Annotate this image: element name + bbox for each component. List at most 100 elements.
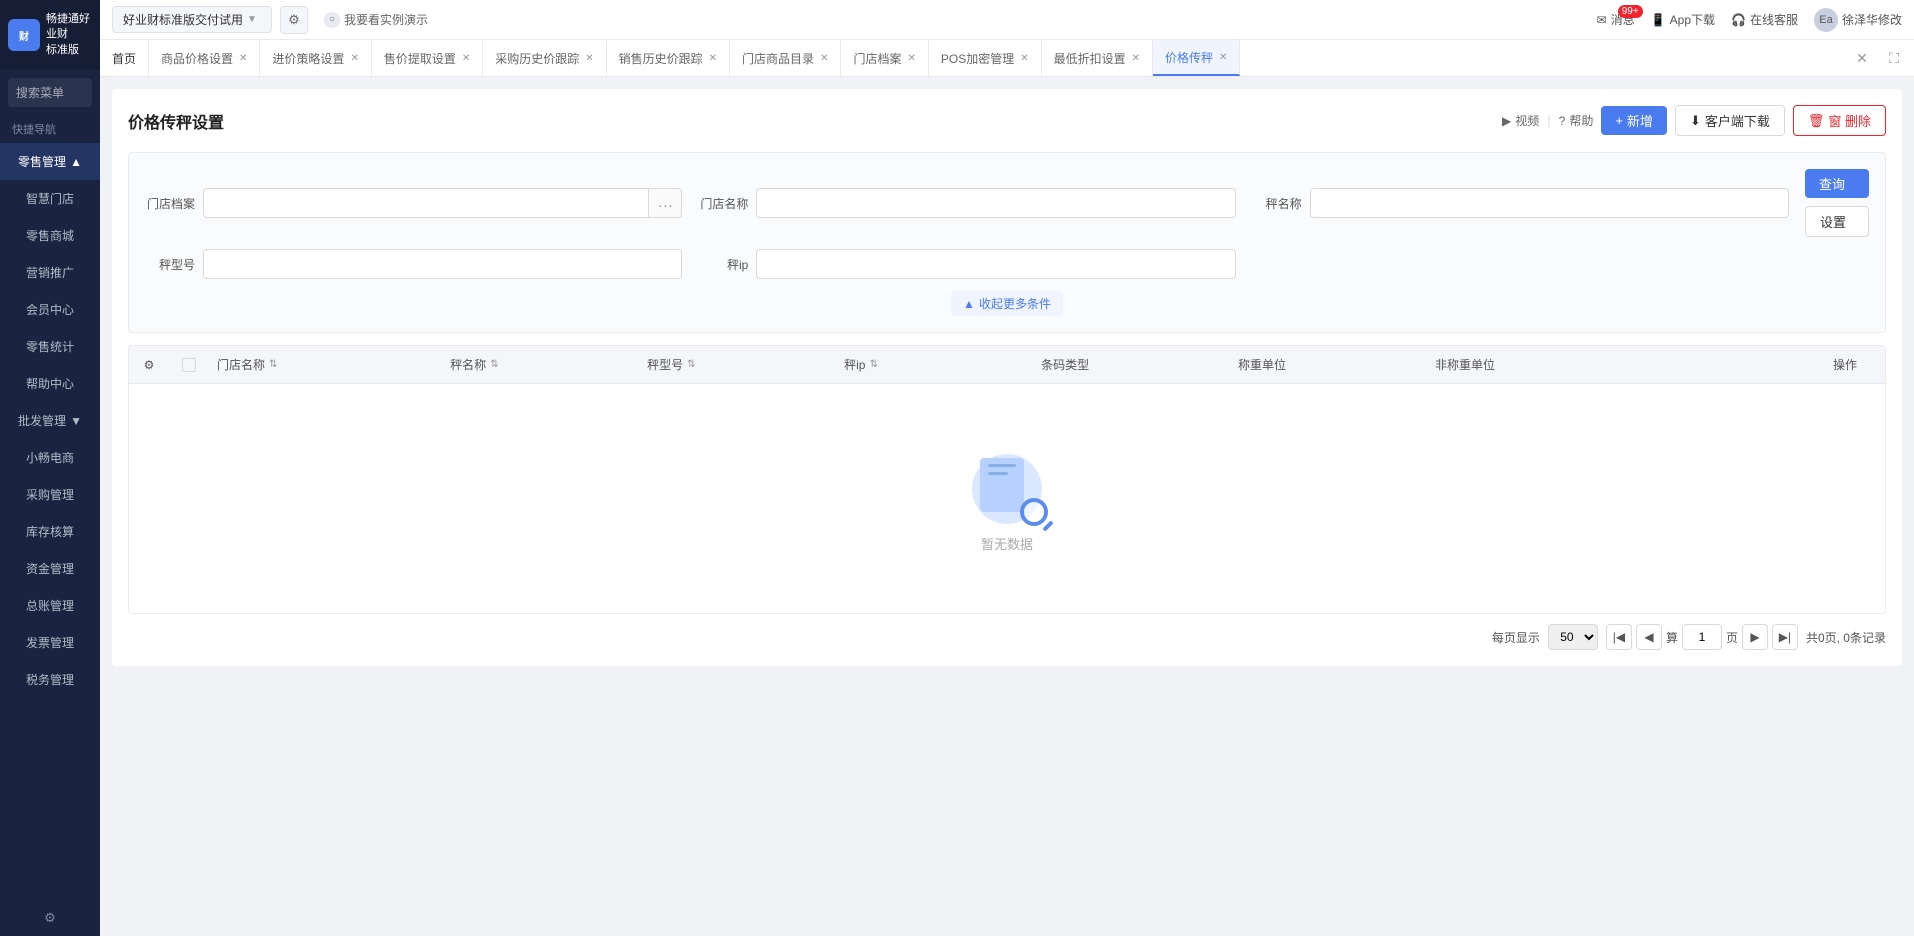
next-page-button[interactable]: ▶: [1742, 624, 1768, 650]
tab-price-transfer-close[interactable]: ✕: [1219, 52, 1227, 63]
search-menu-button[interactable]: 搜索菜单: [8, 78, 92, 107]
header-right: ✉ 消息 99+ 📱 App下载 🎧 在线客服 Ea 徐泽华修改: [1597, 8, 1902, 32]
sidebar-item-marketing[interactable]: 营销推广: [0, 254, 100, 291]
arrow-down-icon: ▼: [70, 414, 82, 428]
sidebar-item-purchase[interactable]: 采购管理: [0, 476, 100, 513]
scale-name-input[interactable]: [1310, 188, 1789, 218]
tab-purchase-history[interactable]: 采购历史价跟踪 ✕: [483, 40, 606, 76]
tab-home[interactable]: 首页: [100, 40, 149, 76]
sidebar-item-online-store[interactable]: 零售商城: [0, 217, 100, 254]
settings-button[interactable]: 设置: [1805, 206, 1869, 237]
tab-store-profile[interactable]: 门店档案 ✕: [841, 40, 928, 76]
tab-purchase-strategy-close[interactable]: ✕: [350, 53, 358, 64]
tab-pos-manage-close[interactable]: ✕: [1020, 53, 1028, 64]
demo-button[interactable]: ○ 我要看实例演示: [316, 7, 436, 32]
th-store-name[interactable]: 门店名称 ⇅: [209, 346, 442, 383]
pagination-bar: 每页显示 50 10 20 100 |◀ ◀ 算 页 ▶ ▶| 共0页, 0条记…: [128, 614, 1886, 650]
sidebar-item-marketing-label: 营销推广: [26, 266, 74, 280]
page-number-input[interactable]: [1682, 624, 1722, 650]
tab-sale-price[interactable]: 售价提取设置 ✕: [372, 40, 483, 76]
tab-store-catalog[interactable]: 门店商品目录 ✕: [730, 40, 841, 76]
tab-pos-manage[interactable]: POS加密管理 ✕: [929, 40, 1042, 76]
tab-min-discount[interactable]: 最低折扣设置 ✕: [1042, 40, 1153, 76]
sidebar-item-invoice[interactable]: 发票管理: [0, 624, 100, 661]
sidebar-item-help[interactable]: 帮助中心: [0, 365, 100, 402]
sidebar-item-inventory[interactable]: 库存核算: [0, 513, 100, 550]
th-scale-model-label: 秤型号: [647, 356, 683, 373]
tab-price-settings-close[interactable]: ✕: [239, 53, 247, 64]
add-button[interactable]: + 新增: [1601, 106, 1667, 135]
download-client-button[interactable]: ⬇ 客户端下载: [1675, 105, 1785, 136]
th-settings[interactable]: ⚙: [129, 348, 169, 382]
tab-sale-price-close[interactable]: ✕: [462, 53, 470, 64]
store-name-input[interactable]: [756, 188, 1235, 218]
scale-ip-input[interactable]: [756, 249, 1235, 279]
select-all-checkbox[interactable]: [182, 358, 196, 372]
total-label: 共0页, 0条记录: [1806, 629, 1886, 646]
first-page-button[interactable]: |◀: [1606, 624, 1632, 650]
add-label: 新增: [1627, 111, 1653, 130]
tab-pos-manage-label: POS加密管理: [941, 50, 1014, 67]
tab-store-profile-close[interactable]: ✕: [907, 53, 915, 64]
sidebar-item-member-label: 会员中心: [26, 303, 74, 317]
tab-sale-history-close[interactable]: ✕: [709, 53, 717, 64]
header-settings-button[interactable]: ⚙: [280, 6, 308, 34]
store-profile-input[interactable]: [203, 188, 649, 218]
page-label: 算: [1666, 629, 1678, 646]
prev-page-button[interactable]: ◀: [1636, 624, 1662, 650]
sidebar-item-tax[interactable]: 税务管理: [0, 661, 100, 698]
query-button[interactable]: 查询: [1805, 169, 1869, 198]
th-scale-ip[interactable]: 秤ip ⇅: [836, 346, 1033, 383]
tab-purchase-history-close[interactable]: ✕: [585, 53, 593, 64]
video-link[interactable]: ▶ 视频: [1502, 112, 1539, 129]
per-page-select[interactable]: 50 10 20 100: [1548, 624, 1598, 650]
tab-sale-history[interactable]: 销售历史价跟踪 ✕: [607, 40, 730, 76]
delete-button[interactable]: 🗑 窗 删除: [1793, 105, 1886, 136]
help-link[interactable]: ? 帮助: [1559, 112, 1594, 129]
store-profile-field: 门店档案 …: [145, 188, 682, 218]
sidebar-item-smart-store[interactable]: 智慧门店: [0, 180, 100, 217]
sidebar-item-member[interactable]: 会员中心: [0, 291, 100, 328]
content-area: 价格传秤设置 ▶ 视频 | ? 帮助 + 新增: [100, 77, 1914, 936]
version-selector[interactable]: 好业财标准版交付试用 ▼: [112, 6, 272, 33]
sidebar-item-finance[interactable]: 资金管理: [0, 550, 100, 587]
tab-close-all-button[interactable]: ✕: [1850, 46, 1874, 70]
store-profile-dots-button[interactable]: …: [649, 188, 682, 218]
sidebar-search-area: 搜索菜单: [0, 70, 100, 115]
tab-min-discount-close[interactable]: ✕: [1132, 53, 1140, 64]
page-title-bar: 价格传秤设置 ▶ 视频 | ? 帮助 + 新增: [128, 105, 1886, 136]
top-header: 好业财标准版交付试用 ▼ ⚙ ○ 我要看实例演示 ✉ 消息 99+ 📱 App下…: [100, 0, 1914, 40]
sidebar-item-wholesale[interactable]: 批发管理 ▼: [0, 402, 100, 439]
collapse-button[interactable]: ▲ 收起更多条件: [951, 291, 1063, 316]
tab-price-settings[interactable]: 商品价格设置 ✕: [149, 40, 260, 76]
sidebar-item-smart-store-label: 智慧门店: [26, 192, 74, 206]
tab-store-catalog-close[interactable]: ✕: [820, 53, 828, 64]
th-scale-name-label: 秤名称: [450, 356, 486, 373]
th-scale-name[interactable]: 秤名称 ⇅: [442, 346, 639, 383]
user-menu[interactable]: Ea 徐泽华修改: [1814, 8, 1902, 32]
delete-icon: 🗑: [1808, 113, 1825, 129]
th-non-weight-unit-label: 非称重单位: [1435, 356, 1495, 373]
tab-price-transfer[interactable]: 价格传秤 ✕: [1153, 40, 1240, 76]
sidebar-item-xiaochang[interactable]: 小畅电商: [0, 439, 100, 476]
sidebar-settings-icon[interactable]: ⚙: [0, 900, 100, 936]
online-service-button[interactable]: 🎧 在线客服: [1731, 11, 1798, 28]
sidebar-item-retail[interactable]: 零售管理 ▲: [0, 143, 100, 180]
app-download-button[interactable]: 📱 App下载: [1651, 11, 1715, 28]
th-checkbox[interactable]: [169, 348, 209, 382]
sidebar-item-general-ledger[interactable]: 总账管理: [0, 587, 100, 624]
page-card: 价格传秤设置 ▶ 视频 | ? 帮助 + 新增: [112, 89, 1902, 666]
app-download-label: App下载: [1670, 11, 1715, 28]
data-table: ⚙ 门店名称 ⇅ 秤名称 ⇅ 秤型号 ⇅: [128, 345, 1886, 614]
messages-button[interactable]: ✉ 消息 99+: [1597, 11, 1635, 28]
tab-expand-button[interactable]: ⛶: [1882, 46, 1906, 70]
delete-label: 窗 删除: [1828, 111, 1871, 130]
sidebar-item-general-ledger-label: 总账管理: [26, 599, 74, 613]
scale-model-input[interactable]: [203, 249, 682, 279]
last-page-button[interactable]: ▶|: [1772, 624, 1798, 650]
th-scale-model[interactable]: 秤型号 ⇅: [639, 346, 836, 383]
tab-purchase-strategy-label: 进价策略设置: [272, 50, 344, 67]
tab-price-settings-label: 商品价格设置: [161, 50, 233, 67]
sidebar-item-retail-stats[interactable]: 零售统计: [0, 328, 100, 365]
tab-purchase-strategy[interactable]: 进价策略设置 ✕: [260, 40, 371, 76]
